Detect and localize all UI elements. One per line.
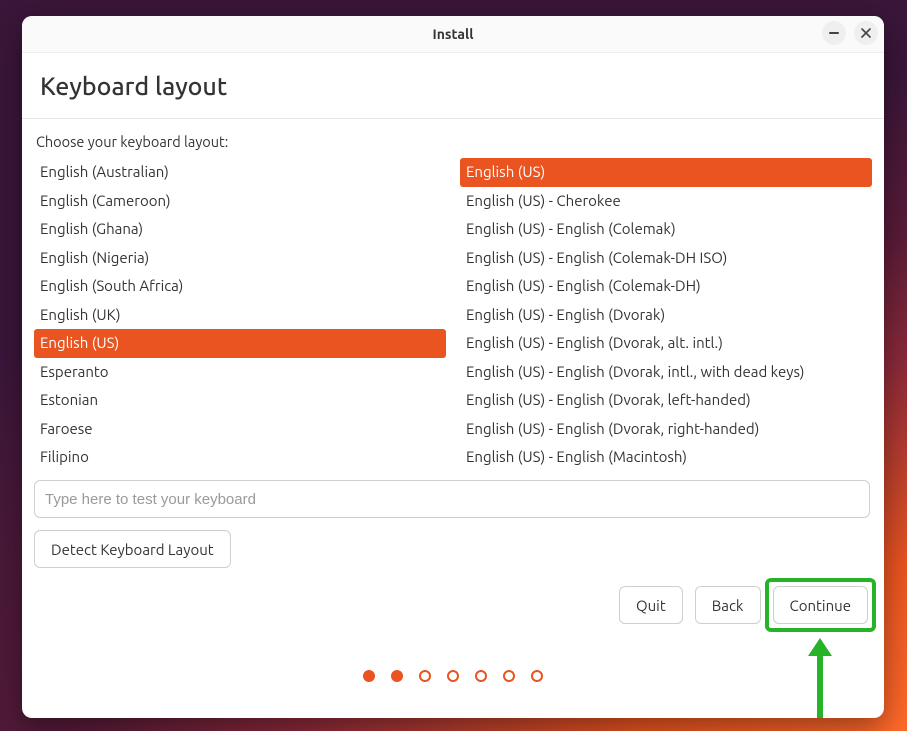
list-item[interactable]: English (US) - English (Colemak-DH) (460, 272, 872, 301)
layout-prompt: Choose your keyboard layout: (36, 133, 872, 150)
keyboard-test-input[interactable] (34, 480, 870, 518)
close-icon (861, 28, 871, 38)
list-item[interactable]: English (US) - English (Dvorak, right-ha… (460, 415, 872, 444)
detect-wrap: Detect Keyboard Layout (34, 530, 872, 568)
list-item[interactable]: Faroese (34, 415, 446, 444)
progress-dots (22, 670, 884, 682)
list-item[interactable]: English (US) (34, 329, 446, 358)
list-item[interactable]: English (US) - English (Dvorak, alt. int… (460, 329, 872, 358)
progress-dot (391, 670, 403, 682)
progress-dot (475, 670, 487, 682)
list-item[interactable]: English (US) - English (Dvorak, left-han… (460, 386, 872, 415)
close-button[interactable] (854, 21, 878, 45)
minimize-button[interactable] (822, 21, 846, 45)
list-item[interactable]: English (US) - English (Macintosh) (460, 443, 872, 468)
list-item[interactable]: English (US) (460, 158, 872, 187)
list-item[interactable]: English (US) - English (Colemak) (460, 215, 872, 244)
list-item[interactable]: English (US) - English (Dvorak, intl., w… (460, 358, 872, 387)
window-title: Install (433, 26, 474, 42)
page-title: Keyboard layout (40, 72, 866, 100)
list-item[interactable]: English (US) - English (Colemak-DH ISO) (460, 244, 872, 273)
list-item[interactable]: English (Cameroon) (34, 187, 446, 216)
list-item[interactable]: English (Australian) (34, 158, 446, 187)
list-item[interactable]: Esperanto (34, 358, 446, 387)
language-list-pane: English (Australian)English (Cameroon)En… (34, 158, 446, 468)
list-item[interactable]: Estonian (34, 386, 446, 415)
list-item[interactable]: English (Nigeria) (34, 244, 446, 273)
layout-columns: English (Australian)English (Cameroon)En… (34, 158, 872, 468)
variant-list[interactable]: English (US)English (US) - CherokeeEngli… (460, 158, 872, 468)
list-item[interactable]: English (US) - English (Dvorak) (460, 301, 872, 330)
list-item[interactable]: Filipino (34, 443, 446, 468)
installer-window: Install Keyboard layout Choose your keyb… (22, 16, 884, 718)
progress-dot (447, 670, 459, 682)
page-body: Choose your keyboard layout: English (Au… (22, 119, 884, 718)
list-item[interactable]: English (South Africa) (34, 272, 446, 301)
detect-keyboard-button[interactable]: Detect Keyboard Layout (34, 530, 231, 568)
list-item[interactable]: English (Ghana) (34, 215, 446, 244)
progress-dot (419, 670, 431, 682)
list-item[interactable]: English (UK) (34, 301, 446, 330)
footer-buttons: Quit Back Continue (34, 586, 872, 624)
language-list[interactable]: English (Australian)English (Cameroon)En… (34, 158, 446, 468)
progress-dot (503, 670, 515, 682)
progress-dot (531, 670, 543, 682)
progress-dot (363, 670, 375, 682)
continue-button[interactable]: Continue (773, 586, 868, 624)
list-item[interactable]: English (US) - Cherokee (460, 187, 872, 216)
titlebar: Install (22, 16, 884, 53)
window-controls (822, 21, 878, 45)
minimize-icon (829, 32, 839, 34)
content: Keyboard layout Choose your keyboard lay… (22, 52, 884, 718)
variant-list-pane: English (US)English (US) - CherokeeEngli… (460, 158, 872, 468)
page-header: Keyboard layout (22, 52, 884, 119)
quit-button[interactable]: Quit (619, 586, 683, 624)
back-button[interactable]: Back (695, 586, 761, 624)
